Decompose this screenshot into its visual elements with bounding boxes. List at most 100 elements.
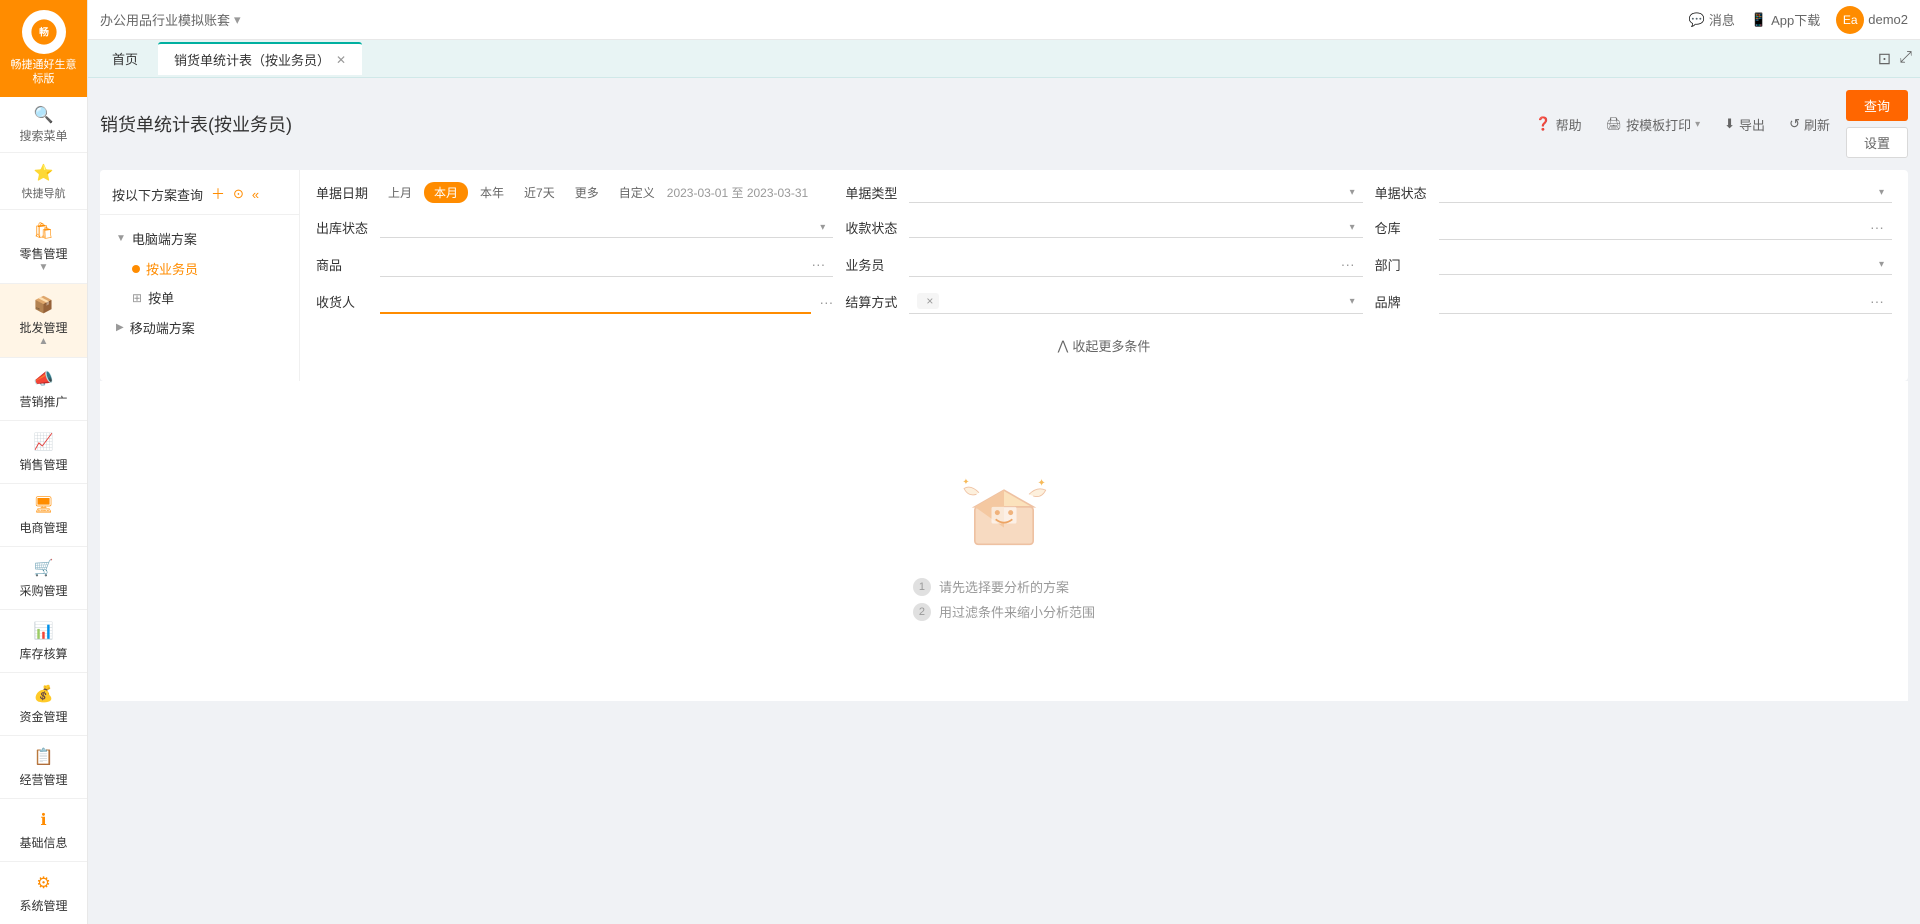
sidebar-item-sales[interactable]: 📈 销售管理 bbox=[0, 421, 87, 484]
goods-dots[interactable]: ··· bbox=[811, 256, 825, 272]
query-button[interactable]: 查询 bbox=[1846, 90, 1908, 121]
right-buttons: 查询 设置 bbox=[1846, 90, 1908, 158]
goods-label: 商品 bbox=[316, 255, 372, 274]
sidebar-item-purchase[interactable]: 🛒 采购管理 bbox=[0, 547, 87, 610]
messages-btn[interactable]: 💬 消息 bbox=[1689, 10, 1735, 29]
tree-child-by-salesperson[interactable]: 按业务员 bbox=[100, 254, 299, 283]
date-btn-7days[interactable]: 近7天 bbox=[516, 182, 563, 203]
sidebar-item-finance[interactable]: 💰 资金管理 bbox=[0, 673, 87, 736]
tree-item-pc[interactable]: ▼ 电脑端方案 bbox=[100, 223, 299, 254]
collapse-scheme-btn[interactable]: « bbox=[252, 187, 259, 202]
tab-actions: ⊡ ⤢ bbox=[1878, 49, 1912, 69]
date-btn-this-year[interactable]: 本年 bbox=[472, 182, 512, 203]
collect-status-select[interactable]: ▾ bbox=[909, 218, 1362, 238]
sidebar-item-wholesale[interactable]: 📦 批发管理 ▲ bbox=[0, 284, 87, 358]
filter-row-3: 商品 ··· 业务员 ··· 部门 bbox=[316, 252, 1892, 277]
sidebar-item-retail[interactable]: 🛍 零售管理 ▼ bbox=[0, 210, 87, 284]
finance-label: 资金管理 bbox=[19, 708, 67, 725]
salesperson-dots[interactable]: ··· bbox=[1341, 256, 1355, 272]
date-range-text: 2023-03-01 至 2023-03-31 bbox=[667, 184, 808, 201]
sidebar-item-search[interactable]: 🔍 搜索菜单 bbox=[0, 97, 87, 153]
print-icon: 🖨 bbox=[1606, 116, 1623, 132]
retail-label: 零售管理 bbox=[19, 245, 67, 262]
app-download-btn[interactable]: 📱 App下载 bbox=[1751, 10, 1820, 29]
tab-sales-stats[interactable]: 销货单统计表（按业务员） ✕ bbox=[158, 42, 362, 75]
doc-status-label: 单据状态 bbox=[1375, 183, 1431, 202]
refresh-label: 刷新 bbox=[1804, 115, 1830, 134]
scheme-tree: ▼ 电脑端方案 按业务员 ⊞ 按单 ▶ 移动端方案 bbox=[100, 219, 299, 347]
brand-select[interactable]: ··· bbox=[1439, 289, 1892, 314]
user-avatar: Ea bbox=[1836, 6, 1864, 34]
dept-arrow: ▾ bbox=[1879, 259, 1884, 270]
breadcrumb-dropdown-icon[interactable]: ▾ bbox=[234, 12, 241, 28]
tab-close-btn[interactable]: ✕ bbox=[336, 53, 346, 67]
sidebar-item-basic-info[interactable]: ℹ 基础信息 bbox=[0, 799, 87, 862]
filter-doc-type: 单据类型 ▾ bbox=[845, 183, 1362, 203]
user-name: demo2 bbox=[1868, 12, 1908, 27]
print-btn[interactable]: 🖨 按模板打印 ▾ bbox=[1598, 111, 1709, 138]
filter-salesperson: 业务员 ··· bbox=[845, 252, 1362, 277]
tab-home[interactable]: 首页 bbox=[96, 43, 154, 74]
out-status-label: 出库状态 bbox=[316, 218, 372, 237]
collapse-btn[interactable]: ⋀ 收起更多条件 bbox=[1046, 330, 1163, 361]
collapse-row: ⋀ 收起更多条件 bbox=[316, 326, 1892, 369]
warehouse-dots[interactable]: ··· bbox=[1870, 219, 1884, 235]
salesperson-select[interactable]: ··· bbox=[909, 252, 1362, 277]
sidebar-item-ecommerce[interactable]: 🖥 电商管理 bbox=[0, 484, 87, 547]
filter-row-4: 收货人 ··· 结算方式 × ▾ bbox=[316, 289, 1892, 314]
settlement-select[interactable]: × ▾ bbox=[909, 289, 1362, 314]
grid-icon: ⊞ bbox=[132, 291, 142, 305]
filter-warehouse: 仓库 ··· bbox=[1375, 215, 1892, 240]
main-area: 办公用品行业模拟账套 ▾ 💬 消息 📱 App下载 Ea demo2 首页 bbox=[88, 0, 1920, 924]
sidebar-item-quick-nav[interactable]: ⭐ 快捷导航 bbox=[0, 153, 87, 210]
tab-restore-btn[interactable]: ⊡ bbox=[1878, 49, 1891, 69]
svg-text:畅: 畅 bbox=[39, 26, 49, 39]
doc-status-select[interactable]: ▾ bbox=[1439, 183, 1892, 203]
date-btn-custom[interactable]: 自定义 bbox=[611, 182, 663, 203]
active-dot bbox=[132, 265, 140, 273]
user-profile[interactable]: Ea demo2 bbox=[1836, 6, 1908, 34]
filter-scheme-panel: 按以下方案查询 ＋ ⊙ « ▼ 电脑端方案 按业务员 bbox=[100, 170, 300, 381]
tree-child-by-order[interactable]: ⊞ 按单 bbox=[100, 283, 299, 312]
retail-arrow: ▼ bbox=[39, 262, 49, 273]
out-status-select[interactable]: ▾ bbox=[380, 218, 833, 238]
scheme-header-text: 按以下方案查询 bbox=[112, 185, 203, 204]
edit-scheme-btn[interactable]: ⊙ bbox=[233, 186, 244, 202]
sidebar-item-marketing[interactable]: 📣 营销推广 bbox=[0, 358, 87, 421]
settings-button[interactable]: 设置 bbox=[1846, 127, 1908, 158]
basic-info-label: 基础信息 bbox=[19, 834, 67, 851]
operations-label: 经营管理 bbox=[19, 771, 67, 788]
inventory-label: 库存核算 bbox=[19, 645, 67, 662]
phone-icon: 📱 bbox=[1751, 12, 1767, 28]
export-btn[interactable]: ⬇ 导出 bbox=[1716, 111, 1773, 138]
refresh-btn[interactable]: ↺ 刷新 bbox=[1781, 111, 1838, 138]
goods-select[interactable]: ··· bbox=[380, 252, 833, 277]
tree-item-mobile[interactable]: ▶ 移动端方案 bbox=[100, 312, 299, 343]
warehouse-select[interactable]: ··· bbox=[1439, 215, 1892, 240]
sidebar-item-inventory[interactable]: 📊 库存核算 bbox=[0, 610, 87, 673]
date-btn-this-month[interactable]: 本月 bbox=[424, 182, 468, 203]
tip-num-2: 2 bbox=[913, 603, 931, 621]
settlement-tag-close[interactable]: × bbox=[926, 294, 933, 308]
logo[interactable]: 畅 畅捷通好生意 标版 bbox=[0, 0, 87, 97]
tree-item-mobile-arrow: ▶ bbox=[116, 322, 124, 333]
receiver-dots[interactable]: ··· bbox=[819, 294, 833, 310]
receiver-input[interactable] bbox=[380, 289, 811, 314]
scheme-header: 按以下方案查询 ＋ ⊙ « bbox=[100, 178, 299, 210]
tab-maximize-btn[interactable]: ⤢ bbox=[1899, 49, 1912, 69]
help-btn[interactable]: ❓ 帮助 bbox=[1527, 111, 1589, 138]
warehouse-label: 仓库 bbox=[1375, 218, 1431, 237]
date-btn-more[interactable]: 更多 bbox=[567, 182, 607, 203]
dept-select[interactable]: ▾ bbox=[1439, 255, 1892, 275]
finance-icon: 💰 bbox=[33, 683, 55, 705]
messages-label: 消息 bbox=[1709, 10, 1735, 29]
app-download-label: App下载 bbox=[1771, 10, 1820, 29]
doc-type-select[interactable]: ▾ bbox=[909, 183, 1362, 203]
date-btn-last-month[interactable]: 上月 bbox=[380, 182, 420, 203]
tree-item-pc-arrow: ▼ bbox=[116, 233, 126, 244]
sidebar-item-system[interactable]: ⚙ 系统管理 bbox=[0, 862, 87, 924]
inventory-icon: 📊 bbox=[33, 620, 55, 642]
sidebar-item-operations[interactable]: 📋 经营管理 bbox=[0, 736, 87, 799]
add-scheme-btn[interactable]: ＋ bbox=[211, 184, 225, 204]
brand-dots[interactable]: ··· bbox=[1870, 293, 1884, 309]
